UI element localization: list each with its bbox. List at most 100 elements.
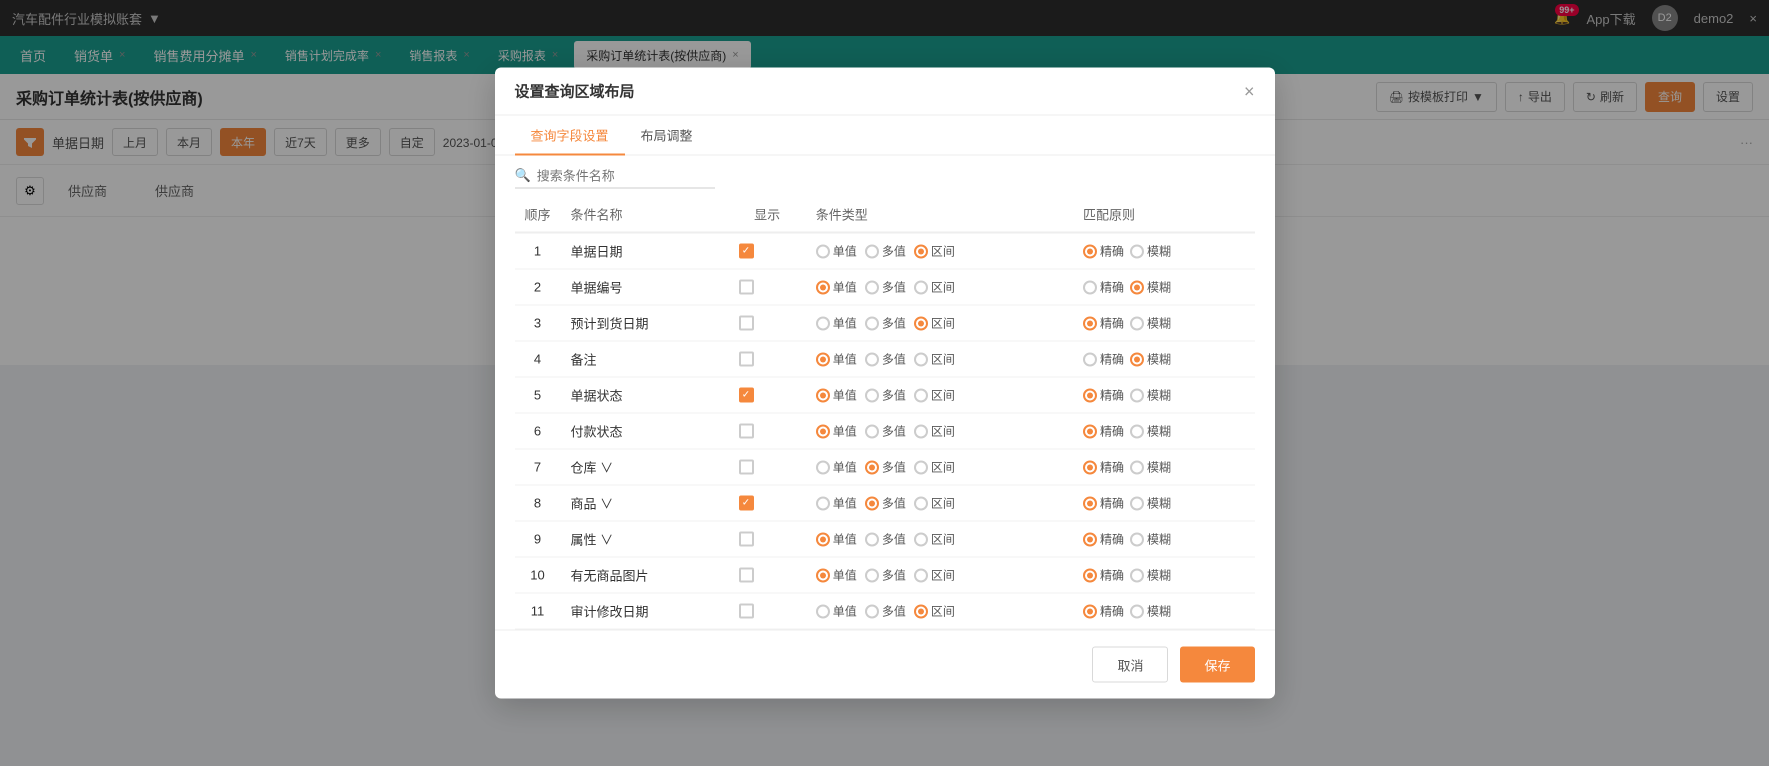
- show-checkbox[interactable]: [739, 604, 754, 619]
- type-radio-multi[interactable]: 多值: [865, 243, 906, 260]
- type-radio-multi[interactable]: 多值: [865, 423, 906, 440]
- cell-show[interactable]: [729, 449, 806, 485]
- match-radio-exact[interactable]: 精确: [1083, 495, 1124, 512]
- radio-circle: [865, 316, 879, 330]
- show-checkbox[interactable]: [739, 532, 754, 547]
- type-radio-area[interactable]: 区间: [914, 603, 955, 620]
- match-radio-fuzzy[interactable]: 模糊: [1130, 459, 1171, 476]
- cell-show[interactable]: [729, 413, 806, 449]
- radio-circle: [914, 388, 928, 402]
- match-radio-fuzzy[interactable]: 模糊: [1130, 531, 1171, 548]
- cell-show[interactable]: [729, 485, 806, 521]
- type-radio-multi[interactable]: 多值: [865, 459, 906, 476]
- type-radio-single[interactable]: 单值: [816, 279, 857, 296]
- match-radio-exact[interactable]: 精确: [1083, 387, 1124, 404]
- type-radio-area[interactable]: 区间: [914, 315, 955, 332]
- match-radio-fuzzy[interactable]: 模糊: [1130, 495, 1171, 512]
- type-radio-area[interactable]: 区间: [914, 387, 955, 404]
- show-checkbox[interactable]: [739, 244, 754, 259]
- type-radio-area[interactable]: 区间: [914, 459, 955, 476]
- show-checkbox[interactable]: [739, 316, 754, 331]
- match-radio-fuzzy[interactable]: 模糊: [1130, 351, 1171, 368]
- show-checkbox[interactable]: [739, 424, 754, 439]
- type-radio-single[interactable]: 单值: [816, 387, 857, 404]
- cell-name: 单据日期: [561, 233, 729, 270]
- match-radio-exact[interactable]: 精确: [1083, 243, 1124, 260]
- match-radio-exact[interactable]: 精确: [1083, 351, 1124, 368]
- type-radio-area[interactable]: 区间: [914, 495, 955, 512]
- match-radio-circle: [1083, 496, 1097, 510]
- match-radio-fuzzy[interactable]: 模糊: [1130, 279, 1171, 296]
- match-radio-exact[interactable]: 精确: [1083, 423, 1124, 440]
- cell-show[interactable]: [729, 593, 806, 629]
- type-radio-single[interactable]: 单值: [816, 603, 857, 620]
- radio-circle: [914, 280, 928, 294]
- cell-show[interactable]: [729, 269, 806, 305]
- type-radio-area[interactable]: 区间: [914, 243, 955, 260]
- match-radio-fuzzy[interactable]: 模糊: [1130, 387, 1171, 404]
- show-checkbox[interactable]: [739, 496, 754, 511]
- type-radio-single[interactable]: 单值: [816, 315, 857, 332]
- show-checkbox[interactable]: [739, 280, 754, 295]
- radio-circle: [865, 532, 879, 546]
- cell-show[interactable]: [729, 305, 806, 341]
- type-radio-area[interactable]: 区间: [914, 531, 955, 548]
- match-radio-fuzzy[interactable]: 模糊: [1130, 243, 1171, 260]
- type-radio-multi[interactable]: 多值: [865, 315, 906, 332]
- show-checkbox[interactable]: [739, 568, 754, 583]
- show-checkbox[interactable]: [739, 352, 754, 367]
- cancel-button[interactable]: 取消: [1092, 647, 1168, 683]
- dialog-tab-layout[interactable]: 布局调整: [625, 116, 709, 156]
- type-radio-single[interactable]: 单值: [816, 531, 857, 548]
- dialog-close-button[interactable]: ×: [1244, 82, 1255, 100]
- match-radio-fuzzy[interactable]: 模糊: [1130, 423, 1171, 440]
- save-button[interactable]: 保存: [1180, 647, 1254, 683]
- match-radio-exact[interactable]: 精确: [1083, 603, 1124, 620]
- cell-show[interactable]: [729, 233, 806, 270]
- cell-show[interactable]: [729, 557, 806, 593]
- type-radio-multi[interactable]: 多值: [865, 531, 906, 548]
- type-radio-area[interactable]: 区间: [914, 351, 955, 368]
- match-radio-exact[interactable]: 精确: [1083, 315, 1124, 332]
- match-radio-exact[interactable]: 精确: [1083, 459, 1124, 476]
- type-radio-single[interactable]: 单值: [816, 351, 857, 368]
- type-radio-single[interactable]: 单值: [816, 567, 857, 584]
- match-radio-fuzzy[interactable]: 模糊: [1130, 567, 1171, 584]
- radio-circle: [914, 424, 928, 438]
- match-radio-circle: [1083, 532, 1097, 546]
- cell-type: 单值多值区间: [806, 593, 1073, 629]
- search-input[interactable]: [537, 168, 715, 183]
- type-radio-single[interactable]: 单值: [816, 459, 857, 476]
- type-radio-multi[interactable]: 多值: [865, 279, 906, 296]
- cell-show[interactable]: [729, 521, 806, 557]
- cell-name: 单据编号: [561, 269, 729, 305]
- type-radio-area[interactable]: 区间: [914, 567, 955, 584]
- show-checkbox[interactable]: [739, 460, 754, 475]
- cell-match: 精确模糊: [1073, 485, 1255, 521]
- dialog-tab-query-fields[interactable]: 查询字段设置: [515, 116, 625, 156]
- type-radio-single[interactable]: 单值: [816, 423, 857, 440]
- match-radio-fuzzy[interactable]: 模糊: [1130, 315, 1171, 332]
- type-radio-single[interactable]: 单值: [816, 495, 857, 512]
- match-radio-circle: [1083, 388, 1097, 402]
- type-radio-area[interactable]: 区间: [914, 423, 955, 440]
- type-radio-multi[interactable]: 多值: [865, 495, 906, 512]
- type-radio-area[interactable]: 区间: [914, 279, 955, 296]
- show-checkbox[interactable]: [739, 388, 754, 403]
- match-radio-fuzzy[interactable]: 模糊: [1130, 603, 1171, 620]
- cell-show[interactable]: [729, 341, 806, 377]
- type-radio-multi[interactable]: 多值: [865, 603, 906, 620]
- type-radio-single[interactable]: 单值: [816, 243, 857, 260]
- cell-order: 5: [515, 377, 561, 413]
- radio-circle: [865, 244, 879, 258]
- match-radio-exact[interactable]: 精确: [1083, 567, 1124, 584]
- type-radio-multi[interactable]: 多值: [865, 567, 906, 584]
- match-radio-exact[interactable]: 精确: [1083, 279, 1124, 296]
- type-radio-multi[interactable]: 多值: [865, 351, 906, 368]
- type-radio-multi[interactable]: 多值: [865, 387, 906, 404]
- cell-show[interactable]: [729, 377, 806, 413]
- radio-circle: [816, 496, 830, 510]
- match-radio-exact[interactable]: 精确: [1083, 531, 1124, 548]
- table-row: 5单据状态单值多值区间精确模糊: [515, 377, 1255, 413]
- radio-circle: [816, 316, 830, 330]
